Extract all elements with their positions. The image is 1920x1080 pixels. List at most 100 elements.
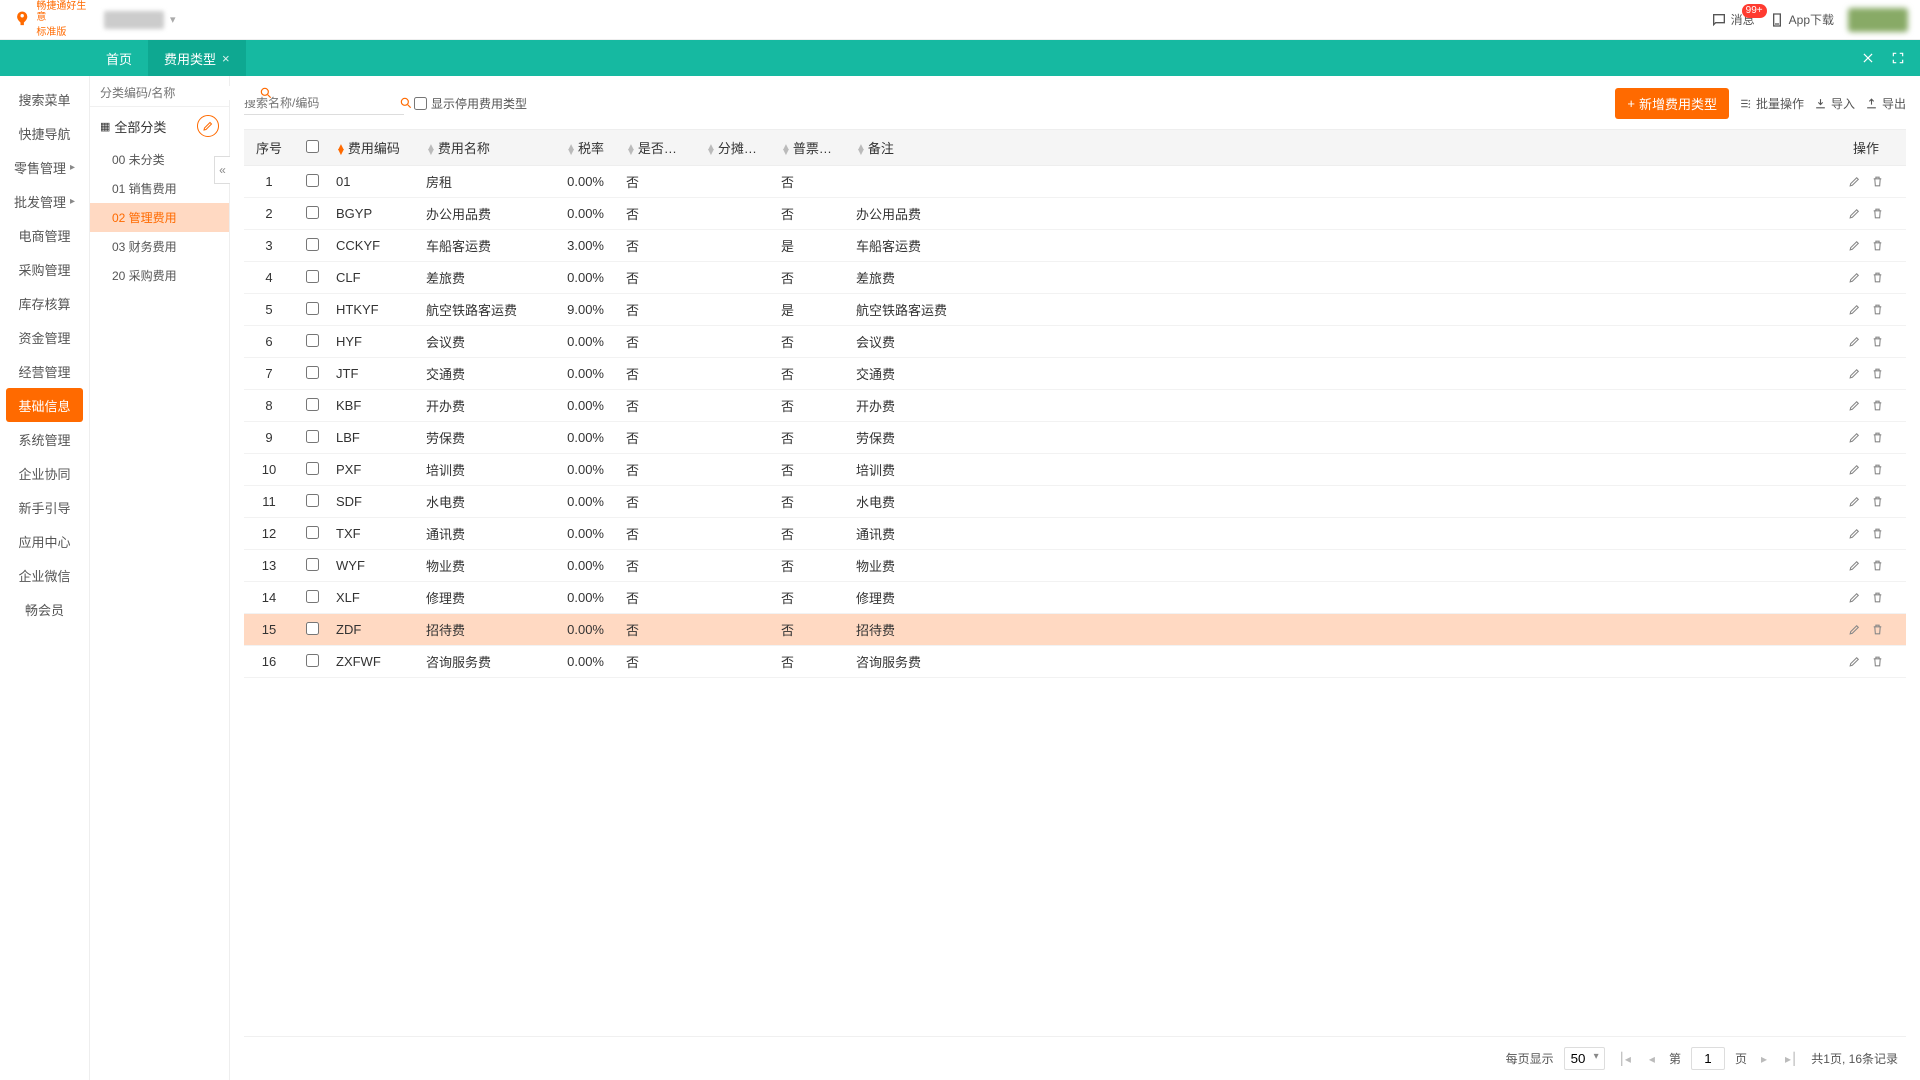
messages-button[interactable]: 消息 99+ [1711,11,1755,28]
add-fee-type-button[interactable]: + 新增费用类型 [1615,88,1729,119]
row-delete-button[interactable] [1871,591,1884,604]
row-edit-button[interactable] [1848,175,1861,188]
nav-item-批发管理[interactable]: 批发管理▸ [0,184,89,218]
row-edit-button[interactable] [1848,399,1861,412]
row-delete-button[interactable] [1871,175,1884,188]
category-collapse-button[interactable]: « [214,156,230,184]
category-item[interactable]: 03 财务费用 [90,232,229,261]
row-checkbox[interactable] [306,398,319,411]
row-checkbox[interactable] [306,526,319,539]
nav-item-搜索菜单[interactable]: 搜索菜单 [0,82,89,116]
table-row[interactable]: 11SDF水电费0.00%否否水电费 [244,486,1906,518]
row-checkbox[interactable] [306,462,319,475]
import-button[interactable]: 导入 [1814,95,1855,112]
row-edit-button[interactable] [1848,495,1861,508]
nav-item-快捷导航[interactable]: 快捷导航 [0,116,89,150]
tab-close-all-button[interactable] [1858,48,1878,68]
row-checkbox[interactable] [306,590,319,603]
row-checkbox[interactable] [306,302,319,315]
header-remark[interactable]: ▲▼备注 [850,130,1826,166]
nav-item-新手引导[interactable]: 新手引导 [0,490,89,524]
page-next-button[interactable]: ▸ [1757,1052,1771,1066]
table-row[interactable]: 5HTKYF航空铁路客运费9.00%否是航空铁路客运费 [244,294,1906,326]
row-delete-button[interactable] [1871,527,1884,540]
nav-item-应用中心[interactable]: 应用中心 [0,524,89,558]
close-icon[interactable]: × [222,51,230,66]
table-row[interactable]: 9LBF劳保费0.00%否否劳保费 [244,422,1906,454]
row-delete-button[interactable] [1871,463,1884,476]
row-delete-button[interactable] [1871,559,1884,572]
row-delete-button[interactable] [1871,399,1884,412]
header-idx[interactable]: 序号 [244,130,294,166]
nav-item-库存核算[interactable]: 库存核算 [0,286,89,320]
header-bool2[interactable]: ▲▼普票… [775,130,850,166]
category-item[interactable]: 02 管理费用 [90,203,229,232]
row-checkbox[interactable] [306,206,319,219]
category-edit-button[interactable] [197,115,219,137]
select-all-checkbox[interactable] [306,140,319,153]
nav-item-采购管理[interactable]: 采购管理 [0,252,89,286]
nav-item-企业协同[interactable]: 企业协同 [0,456,89,490]
row-checkbox[interactable] [306,622,319,635]
nav-item-资金管理[interactable]: 资金管理 [0,320,89,354]
row-edit-button[interactable] [1848,431,1861,444]
row-checkbox[interactable] [306,238,319,251]
nav-item-企业微信[interactable]: 企业微信 [0,558,89,592]
table-row[interactable]: 8KBF开办费0.00%否否开办费 [244,390,1906,422]
company-dropdown[interactable]: ▾ [104,11,176,29]
table-row[interactable]: 6HYF会议费0.00%否否会议费 [244,326,1906,358]
nav-item-经营管理[interactable]: 经营管理 [0,354,89,388]
row-edit-button[interactable] [1848,303,1861,316]
row-checkbox[interactable] [306,270,319,283]
show-disabled-checkbox[interactable] [414,97,427,110]
header-bool1[interactable]: ▲▼是否… [620,130,700,166]
row-checkbox[interactable] [306,366,319,379]
search-icon[interactable] [259,86,273,100]
search-icon[interactable] [399,96,413,110]
header-name[interactable]: ▲▼费用名称 [420,130,550,166]
row-edit-button[interactable] [1848,623,1861,636]
row-delete-button[interactable] [1871,303,1884,316]
nav-item-基础信息[interactable]: 基础信息 [6,388,83,422]
table-row[interactable]: 3CCKYF车船客运费3.00%否是车船客运费 [244,230,1906,262]
header-alloc[interactable]: ▲▼分摊… [700,130,775,166]
category-item[interactable]: 20 采购费用 [90,261,229,290]
category-root[interactable]: ▦ 全部分类 [90,107,229,145]
row-edit-button[interactable] [1848,655,1861,668]
row-edit-button[interactable] [1848,239,1861,252]
table-row[interactable]: 2BGYP办公用品费0.00%否否办公用品费 [244,198,1906,230]
row-edit-button[interactable] [1848,271,1861,284]
fullscreen-button[interactable] [1888,48,1908,68]
row-checkbox[interactable] [306,430,319,443]
category-search-input[interactable] [100,86,255,100]
row-delete-button[interactable] [1871,623,1884,636]
category-item[interactable]: 01 销售费用 [90,174,229,203]
row-edit-button[interactable] [1848,559,1861,572]
table-row[interactable]: 13WYF物业费0.00%否否物业费 [244,550,1906,582]
app-download-button[interactable]: App下载 [1769,11,1834,28]
table-row[interactable]: 7JTF交通费0.00%否否交通费 [244,358,1906,390]
table-row[interactable]: 10PXF培训费0.00%否否培训费 [244,454,1906,486]
table-row[interactable]: 14XLF修理费0.00%否否修理费 [244,582,1906,614]
row-delete-button[interactable] [1871,367,1884,380]
row-delete-button[interactable] [1871,335,1884,348]
table-row[interactable]: 12TXF通讯费0.00%否否通讯费 [244,518,1906,550]
header-code[interactable]: ▲▼费用编码 [330,130,420,166]
row-checkbox[interactable] [306,558,319,571]
page-input[interactable] [1691,1047,1725,1070]
row-delete-button[interactable] [1871,655,1884,668]
user-avatar[interactable] [1848,8,1908,32]
table-row[interactable]: 101房租0.00%否否 [244,166,1906,198]
row-edit-button[interactable] [1848,335,1861,348]
per-page-select[interactable]: 50 [1564,1047,1605,1070]
row-checkbox[interactable] [306,494,319,507]
row-checkbox[interactable] [306,654,319,667]
row-delete-button[interactable] [1871,239,1884,252]
row-delete-button[interactable] [1871,271,1884,284]
export-button[interactable]: 导出 [1865,95,1906,112]
tab-fee-type[interactable]: 费用类型 × [148,40,246,76]
nav-item-系统管理[interactable]: 系统管理 [0,422,89,456]
row-edit-button[interactable] [1848,463,1861,476]
tab-home[interactable]: 首页 [90,40,148,76]
nav-item-零售管理[interactable]: 零售管理▸ [0,150,89,184]
